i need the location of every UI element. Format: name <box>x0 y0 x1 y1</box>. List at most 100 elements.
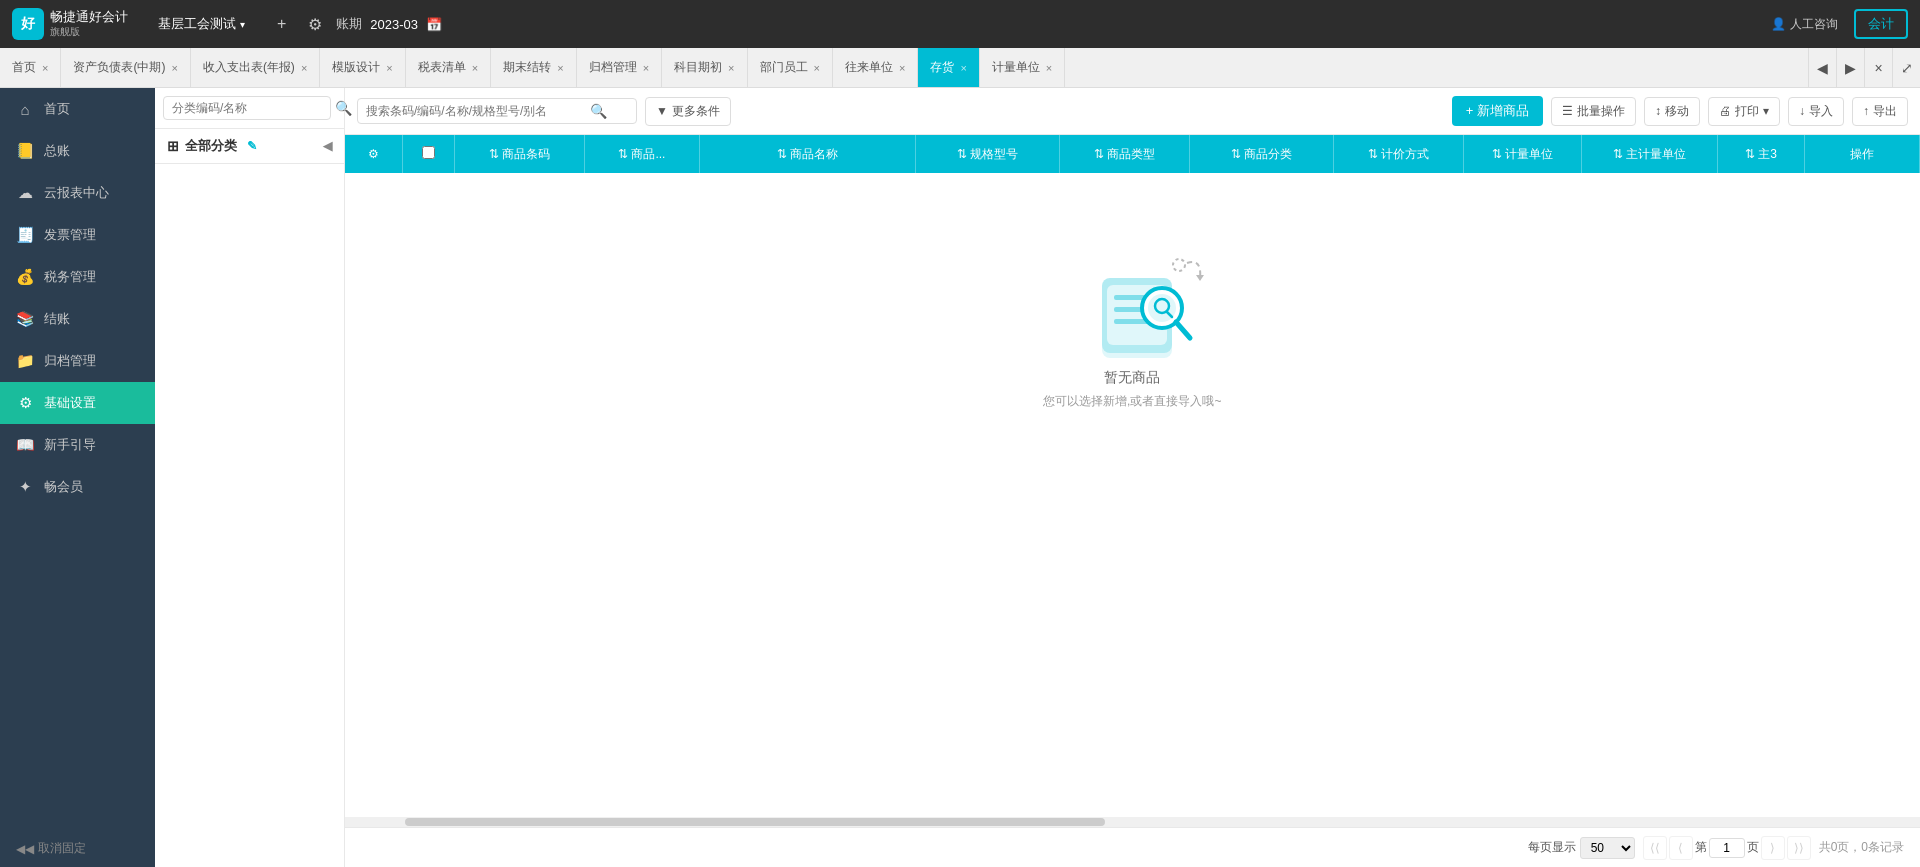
th-num3[interactable]: ⇅ 主3 <box>1718 135 1804 173</box>
batch-icon: ☰ <box>1562 104 1573 118</box>
th-barcode[interactable]: ⇅ 商品条码 <box>454 135 584 173</box>
sidebar-item-report[interactable]: ☁ 云报表中心 <box>0 172 155 214</box>
page-next-btn[interactable]: ⟩ <box>1761 836 1785 860</box>
guide-icon: 📖 <box>16 436 34 454</box>
toolbar-right: + 新增商品 ☰ 批量操作 ↕ 移动 🖨 打印 <box>1452 96 1908 126</box>
select-all-checkbox[interactable] <box>422 146 435 159</box>
tab-close-income[interactable]: × <box>301 62 307 74</box>
empty-illustration <box>1072 233 1192 353</box>
th-type[interactable]: ⇅ 商品类型 <box>1060 135 1190 173</box>
content-body: 🔍 ⊞ 全部分类 ✎ ◀ 🔍 ▼ <box>155 88 1920 867</box>
settings-btn[interactable]: ⚙ <box>300 11 330 38</box>
th-category[interactable]: ⇅ 商品分类 <box>1189 135 1333 173</box>
print-icon: 🖨 <box>1719 104 1731 118</box>
tab-close-template[interactable]: × <box>386 62 392 74</box>
tab-unit[interactable]: 计量单位 × <box>980 48 1065 87</box>
tab-balance[interactable]: 资产负债表(中期) × <box>61 48 190 87</box>
category-edit-icon[interactable]: ✎ <box>247 139 257 153</box>
tab-close-partner[interactable]: × <box>899 62 905 74</box>
tab-close-all[interactable]: × <box>1864 48 1892 87</box>
tab-scroll-right[interactable]: ▶ <box>1836 48 1864 87</box>
archive-icon: 📁 <box>16 352 34 370</box>
tab-close-home[interactable]: × <box>42 62 48 74</box>
scroll-thumb[interactable] <box>405 818 1105 826</box>
tab-partner[interactable]: 往来单位 × <box>833 48 918 87</box>
horizontal-scrollbar[interactable] <box>345 817 1920 827</box>
sidebar-item-ledger[interactable]: 📒 总账 <box>0 130 155 172</box>
th-unit[interactable]: ⇅ 计量单位 <box>1463 135 1582 173</box>
tab-inventory[interactable]: 存货 × <box>918 48 979 87</box>
batch-label: 批量操作 <box>1577 103 1625 120</box>
search-input[interactable] <box>366 104 586 118</box>
all-category-row[interactable]: ⊞ 全部分类 ✎ ◀ <box>155 129 344 164</box>
tab-close-dept[interactable]: × <box>814 62 820 74</box>
sidebar-item-basic[interactable]: ⚙ 基础设置 <box>0 382 155 424</box>
th-settings[interactable]: ⚙ <box>345 135 403 173</box>
print-btn[interactable]: 🖨 打印 ▾ <box>1708 97 1780 126</box>
tab-archive[interactable]: 归档管理 × <box>577 48 662 87</box>
right-content: 🔍 ▼ 更多条件 + 新增商品 ☰ 批量操作 <box>345 88 1920 867</box>
service-btn[interactable]: 👤 人工咨询 <box>1763 12 1846 37</box>
collapse-panel-btn[interactable]: ◀ <box>323 139 332 153</box>
tab-expand[interactable]: ⤢ <box>1892 48 1920 87</box>
tab-close-balance[interactable]: × <box>171 62 177 74</box>
sidebar-item-archive[interactable]: 📁 归档管理 <box>0 340 155 382</box>
tab-subject[interactable]: 科目期初 × <box>662 48 747 87</box>
report-icon: ☁ <box>16 184 34 202</box>
th-name[interactable]: ⇅ 商品名称 <box>699 135 915 173</box>
tab-close-unit[interactable]: × <box>1046 62 1052 74</box>
cancel-fixed-btn[interactable]: ◀◀ 取消固定 <box>0 830 155 867</box>
add-tab-btn[interactable]: + <box>269 11 294 37</box>
tab-template[interactable]: 模版设计 × <box>320 48 405 87</box>
th-main-unit[interactable]: ⇅ 主计量单位 <box>1582 135 1718 173</box>
app-edition: 旗舰版 <box>50 25 128 39</box>
sidebar-item-tax[interactable]: 💰 税务管理 <box>0 256 155 298</box>
new-product-label: + 新增商品 <box>1466 102 1529 120</box>
tab-home[interactable]: 首页 × <box>0 48 61 87</box>
page-first-btn[interactable]: ⟨⟨ <box>1643 836 1667 860</box>
sort-code-icon: ⇅ <box>618 147 628 161</box>
tab-period-end[interactable]: 期末结转 × <box>491 48 576 87</box>
import-label: 导入 <box>1809 103 1833 120</box>
basic-settings-icon: ⚙ <box>16 394 34 412</box>
new-product-btn[interactable]: + 新增商品 <box>1452 96 1543 126</box>
tab-close-period-end[interactable]: × <box>557 62 563 74</box>
main-layout: ⌂ 首页 📒 总账 ☁ 云报表中心 🧾 发票管理 💰 税务管理 📚 结账 📁 归… <box>0 88 1920 867</box>
tab-dept[interactable]: 部门员工 × <box>748 48 833 87</box>
batch-ops-btn[interactable]: ☰ 批量操作 <box>1551 97 1636 126</box>
tab-scroll-left[interactable]: ◀ <box>1808 48 1836 87</box>
th-code[interactable]: ⇅ 商品... <box>584 135 699 173</box>
calendar-icon[interactable]: 📅 <box>426 17 442 32</box>
sidebar-item-guide[interactable]: 📖 新手引导 <box>0 424 155 466</box>
per-page-select[interactable]: 50 10 20 100 <box>1580 837 1635 859</box>
tab-nav-btns: ◀ ▶ × ⤢ <box>1808 48 1920 87</box>
company-selector[interactable]: 基层工会测试 ▾ <box>150 11 253 37</box>
tab-close-subject[interactable]: × <box>728 62 734 74</box>
th-pricing[interactable]: ⇅ 计价方式 <box>1333 135 1463 173</box>
page-last-btn[interactable]: ⟩⟩ <box>1787 836 1811 860</box>
page-number-input[interactable] <box>1709 838 1745 858</box>
tab-close-taxclear[interactable]: × <box>472 62 478 74</box>
page-prev-btn[interactable]: ⟨ <box>1669 836 1693 860</box>
move-btn[interactable]: ↕ 移动 <box>1644 97 1700 126</box>
sidebar-label-invoice: 发票管理 <box>44 226 96 244</box>
tab-close-archive[interactable]: × <box>643 62 649 74</box>
more-filter-btn[interactable]: ▼ 更多条件 <box>645 97 731 126</box>
page-suffix: 页 <box>1747 839 1759 856</box>
th-check[interactable] <box>403 135 455 173</box>
tab-taxclear[interactable]: 税表清单 × <box>406 48 491 87</box>
tab-close-inventory[interactable]: × <box>960 62 966 74</box>
export-btn[interactable]: ↑ 导出 <box>1852 97 1908 126</box>
category-search-input[interactable] <box>163 96 331 120</box>
sidebar-label-close: 结账 <box>44 310 70 328</box>
period-value: 2023-03 <box>370 17 418 32</box>
import-btn[interactable]: ↓ 导入 <box>1788 97 1844 126</box>
tab-income[interactable]: 收入支出表(年报) × <box>191 48 320 87</box>
sidebar-item-close[interactable]: 📚 结账 <box>0 298 155 340</box>
search-icon-btn[interactable]: 🔍 <box>590 103 607 119</box>
sidebar-item-home[interactable]: ⌂ 首页 <box>0 88 155 130</box>
sidebar-item-member[interactable]: ✦ 畅会员 <box>0 466 155 508</box>
th-spec[interactable]: ⇅ 规格型号 <box>916 135 1060 173</box>
kuaiji-btn[interactable]: 会计 <box>1854 9 1908 39</box>
sidebar-item-invoice[interactable]: 🧾 发票管理 <box>0 214 155 256</box>
